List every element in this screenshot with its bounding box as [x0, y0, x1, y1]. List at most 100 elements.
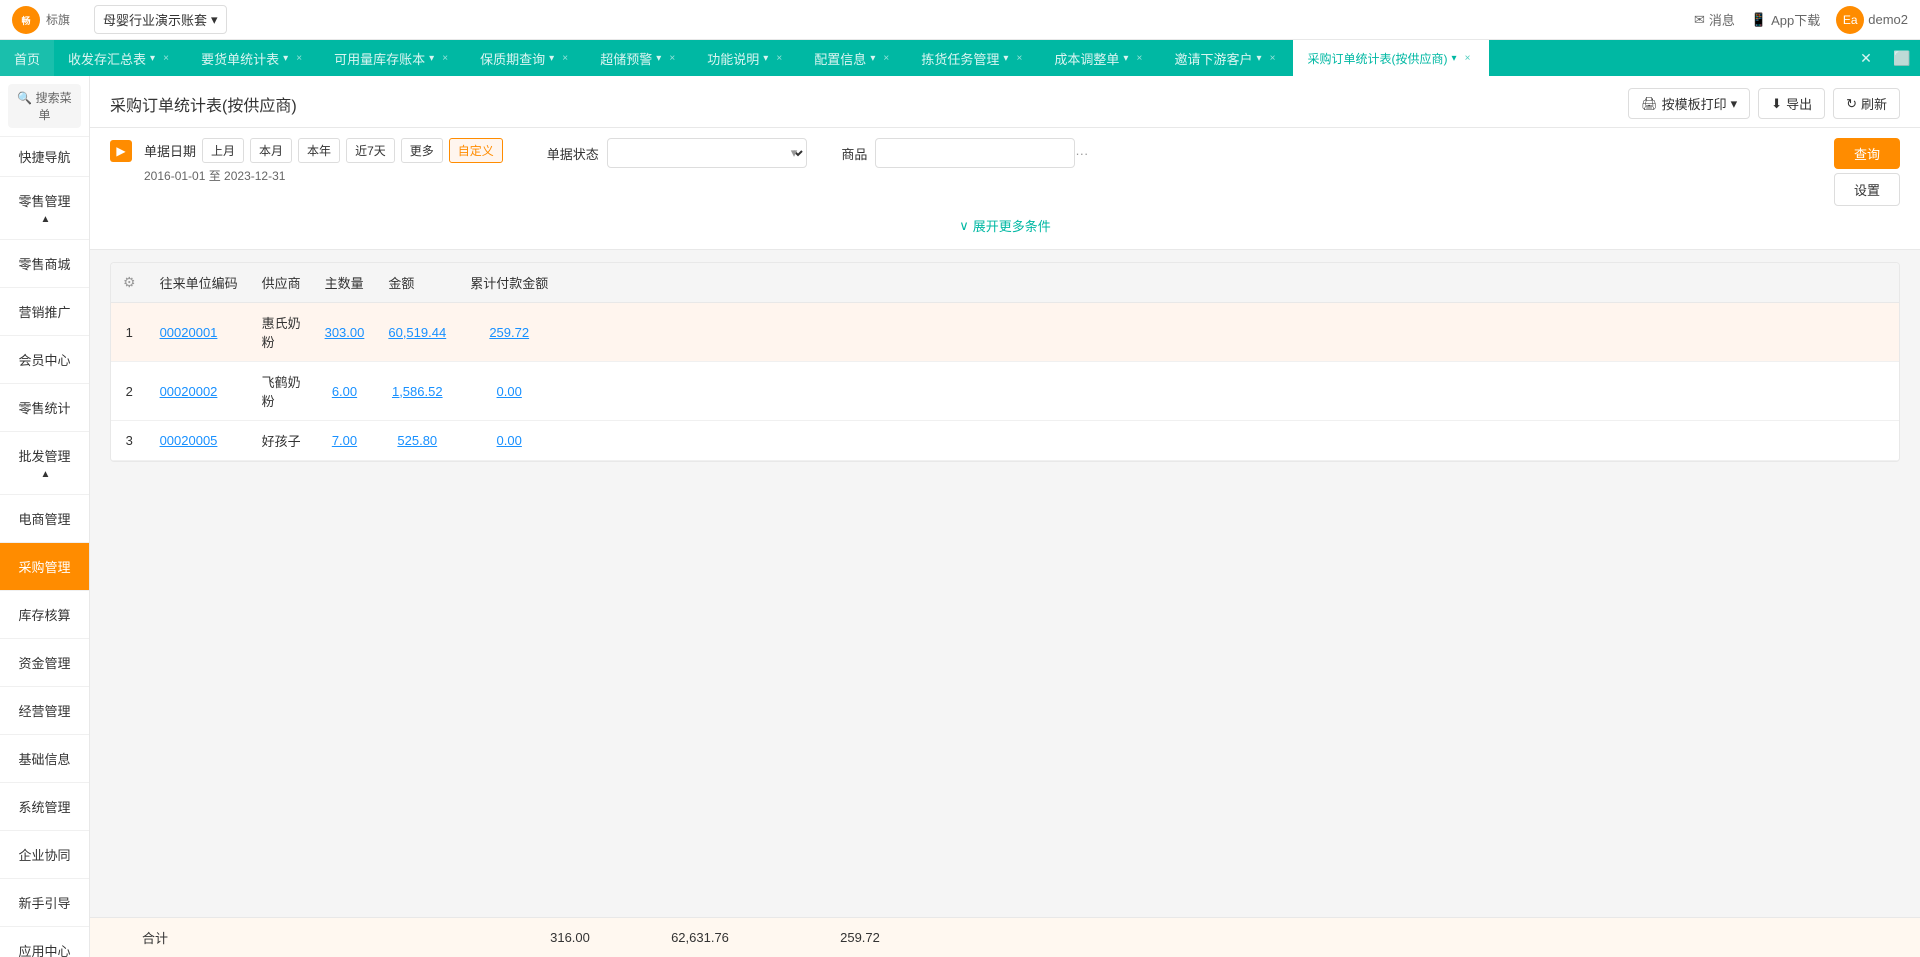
sidebar-item-enterprise-collab[interactable]: 企业协同 [0, 831, 89, 879]
tab-label: 超储预警 [600, 49, 652, 68]
nav-end: ✕ ⬜ [1848, 40, 1920, 76]
avatar-text: Ea [1843, 13, 1858, 27]
tab-close-expiry-query[interactable]: × [558, 51, 572, 65]
sidebar-item-system-manage[interactable]: 系统管理 [0, 783, 89, 831]
tab-expiry-query[interactable]: 保质期查询 ▾ × [466, 40, 586, 76]
tab-cost-adjust[interactable]: 成本调整单 ▾ × [1040, 40, 1160, 76]
refresh-button[interactable]: ↻ 刷新 [1833, 88, 1900, 119]
tab-dropdown-icon: ▾ [656, 53, 661, 64]
column-settings-icon[interactable]: ⚙ [123, 274, 136, 290]
sidebar-item-marketing[interactable]: 营销推广 [0, 288, 89, 336]
capital-manage-label: 资金管理 [18, 653, 70, 672]
date-btn-more[interactable]: 更多 [401, 138, 443, 163]
sidebar-item-purchase-manage[interactable]: 采购管理 [0, 543, 89, 591]
sidebar-item-capital-manage[interactable]: 资金管理 [0, 639, 89, 687]
row-paid-amount[interactable]: 0.00 [458, 421, 560, 461]
tab-close-invite-downstream[interactable]: × [1265, 51, 1279, 65]
table-row[interactable]: 1 00020001 惠氏奶粉 303.00 60,519.44 259.72 [111, 303, 1899, 362]
app-download-action[interactable]: 📱 App下载 [1751, 10, 1820, 29]
expand-label: 展开更多条件 [973, 216, 1051, 235]
expand-more-button[interactable]: ∨ 展开更多条件 [959, 216, 1051, 235]
maximize-icon: ⬜ [1893, 50, 1910, 67]
row-amount[interactable]: 525.80 [376, 421, 458, 461]
workspace-selector[interactable]: 母婴行业演示账套 ▾ [94, 5, 227, 34]
sidebar-item-quick-nav[interactable]: 快捷导航 [0, 137, 89, 177]
row-paid-amount[interactable]: 0.00 [458, 362, 560, 421]
date-filter-row: 单据日期 上月 本月 本年 近7天 更多 自定义 [144, 138, 503, 163]
tab-home[interactable]: 首页 [0, 40, 54, 76]
tab-over-stock-alert[interactable]: 超储预警 ▾ × [586, 40, 693, 76]
th-quantity: 主数量 [313, 263, 377, 303]
goods-more-icon[interactable]: ··· [1075, 146, 1088, 161]
sidebar-item-member-center[interactable]: 会员中心 [0, 336, 89, 384]
filter-collapse-button[interactable]: ▶ [110, 140, 132, 162]
tab-pick-task[interactable]: 拣货任务管理 ▾ × [907, 40, 1040, 76]
row-paid-amount[interactable]: 259.72 [458, 303, 560, 362]
tab-dropdown-icon: ▾ [870, 53, 875, 64]
sidebar-item-operation-manage[interactable]: 经营管理 [0, 687, 89, 735]
tab-close-function-desc[interactable]: × [772, 51, 786, 65]
close-all-button[interactable]: ✕ [1848, 40, 1884, 76]
date-btn-this-month[interactable]: 本月 [250, 138, 292, 163]
goods-filter-input[interactable] [875, 138, 1075, 168]
sidebar-item-ecommerce[interactable]: 电商管理 [0, 495, 89, 543]
row-amount[interactable]: 60,519.44 [376, 303, 458, 362]
row-no: 3 [111, 421, 148, 461]
sidebar-item-wholesale-manage[interactable]: 批发管理 ▲ [0, 432, 89, 495]
status-filter-select[interactable] [607, 138, 807, 168]
tab-close-cost-adjust[interactable]: × [1132, 51, 1146, 65]
tab-close-inventory-ledger[interactable]: × [438, 51, 452, 65]
sidebar-item-inventory-check[interactable]: 库存核算 [0, 591, 89, 639]
sidebar-item-retail-stats[interactable]: 零售统计 [0, 384, 89, 432]
tab-close-over-stock[interactable]: × [665, 51, 679, 65]
tab-receive-summary[interactable]: 收发存汇总表 ▾ × [54, 40, 187, 76]
sidebar-item-new-guide[interactable]: 新手引导 [0, 879, 89, 927]
row-empty [560, 421, 1899, 461]
sidebar-item-app-center[interactable]: 应用中心 [0, 927, 89, 957]
template-print-button[interactable]: 🖨 按模板打印 ▾ [1628, 88, 1750, 119]
search-menu-trigger[interactable]: 🔍 搜索菜单 [8, 84, 81, 128]
maximize-button[interactable]: ⬜ [1884, 40, 1920, 76]
sidebar-item-retail-manage[interactable]: 零售管理 ▲ [0, 177, 89, 240]
sidebar-search-area[interactable]: 🔍 搜索菜单 [0, 76, 89, 137]
row-quantity[interactable]: 7.00 [313, 421, 377, 461]
date-btn-this-year[interactable]: 本年 [298, 138, 340, 163]
username: demo2 [1868, 12, 1908, 27]
tab-purchase-stats[interactable]: 要货单统计表 ▾ × [187, 40, 320, 76]
setting-button[interactable]: 设置 [1834, 173, 1900, 206]
template-print-label: 按模板打印 [1662, 94, 1727, 113]
tab-close-purchase-order-stats[interactable]: × [1461, 51, 1475, 65]
tab-close-receive-summary[interactable]: × [159, 51, 173, 65]
row-amount[interactable]: 1,586.52 [376, 362, 458, 421]
table-row[interactable]: 2 00020002 飞鹤奶粉 6.00 1,586.52 0.00 [111, 362, 1899, 421]
query-button[interactable]: 查询 [1834, 138, 1900, 169]
sidebar-item-retail-shop[interactable]: 零售商城 [0, 240, 89, 288]
sidebar-item-basic-info[interactable]: 基础信息 [0, 735, 89, 783]
date-btn-custom[interactable]: 自定义 [449, 138, 503, 163]
user-area[interactable]: Ea demo2 [1836, 6, 1908, 34]
tab-invite-downstream[interactable]: 邀请下游客户 ▾ × [1160, 40, 1293, 76]
custom-label: 自定义 [458, 144, 494, 158]
export-button[interactable]: ⬇ 导出 [1758, 88, 1825, 119]
table-row[interactable]: 3 00020005 好孩子 7.00 525.80 0.00 [111, 421, 1899, 461]
row-quantity[interactable]: 303.00 [313, 303, 377, 362]
tab-inventory-ledger[interactable]: 可用量库存账本 ▾ × [320, 40, 466, 76]
row-quantity[interactable]: 6.00 [313, 362, 377, 421]
tab-close-purchase-stats[interactable]: × [292, 51, 306, 65]
message-action[interactable]: ✉ 消息 [1694, 10, 1735, 29]
date-btn-7days[interactable]: 近7天 [346, 138, 395, 163]
goods-filter-label: 商品 [841, 144, 867, 163]
tab-purchase-order-stats[interactable]: 采购订单统计表(按供应商) ▾ × [1293, 40, 1488, 76]
logo-text: 标旗 [46, 11, 70, 28]
row-code[interactable]: 00020001 [148, 303, 250, 362]
date-btn-last-month[interactable]: 上月 [202, 138, 244, 163]
date-range-display: 2016-01-01 至 2023-12-31 [144, 167, 503, 184]
row-code[interactable]: 00020002 [148, 362, 250, 421]
tab-config-info[interactable]: 配置信息 ▾ × [800, 40, 907, 76]
content-area: 采购订单统计表(按供应商) 🖨 按模板打印 ▾ ⬇ 导出 ↻ 刷新 [90, 76, 1920, 957]
operation-manage-label: 经营管理 [18, 701, 70, 720]
row-code[interactable]: 00020005 [148, 421, 250, 461]
tab-close-config-info[interactable]: × [879, 51, 893, 65]
tab-close-pick-task[interactable]: × [1012, 51, 1026, 65]
tab-function-desc[interactable]: 功能说明 ▾ × [693, 40, 800, 76]
